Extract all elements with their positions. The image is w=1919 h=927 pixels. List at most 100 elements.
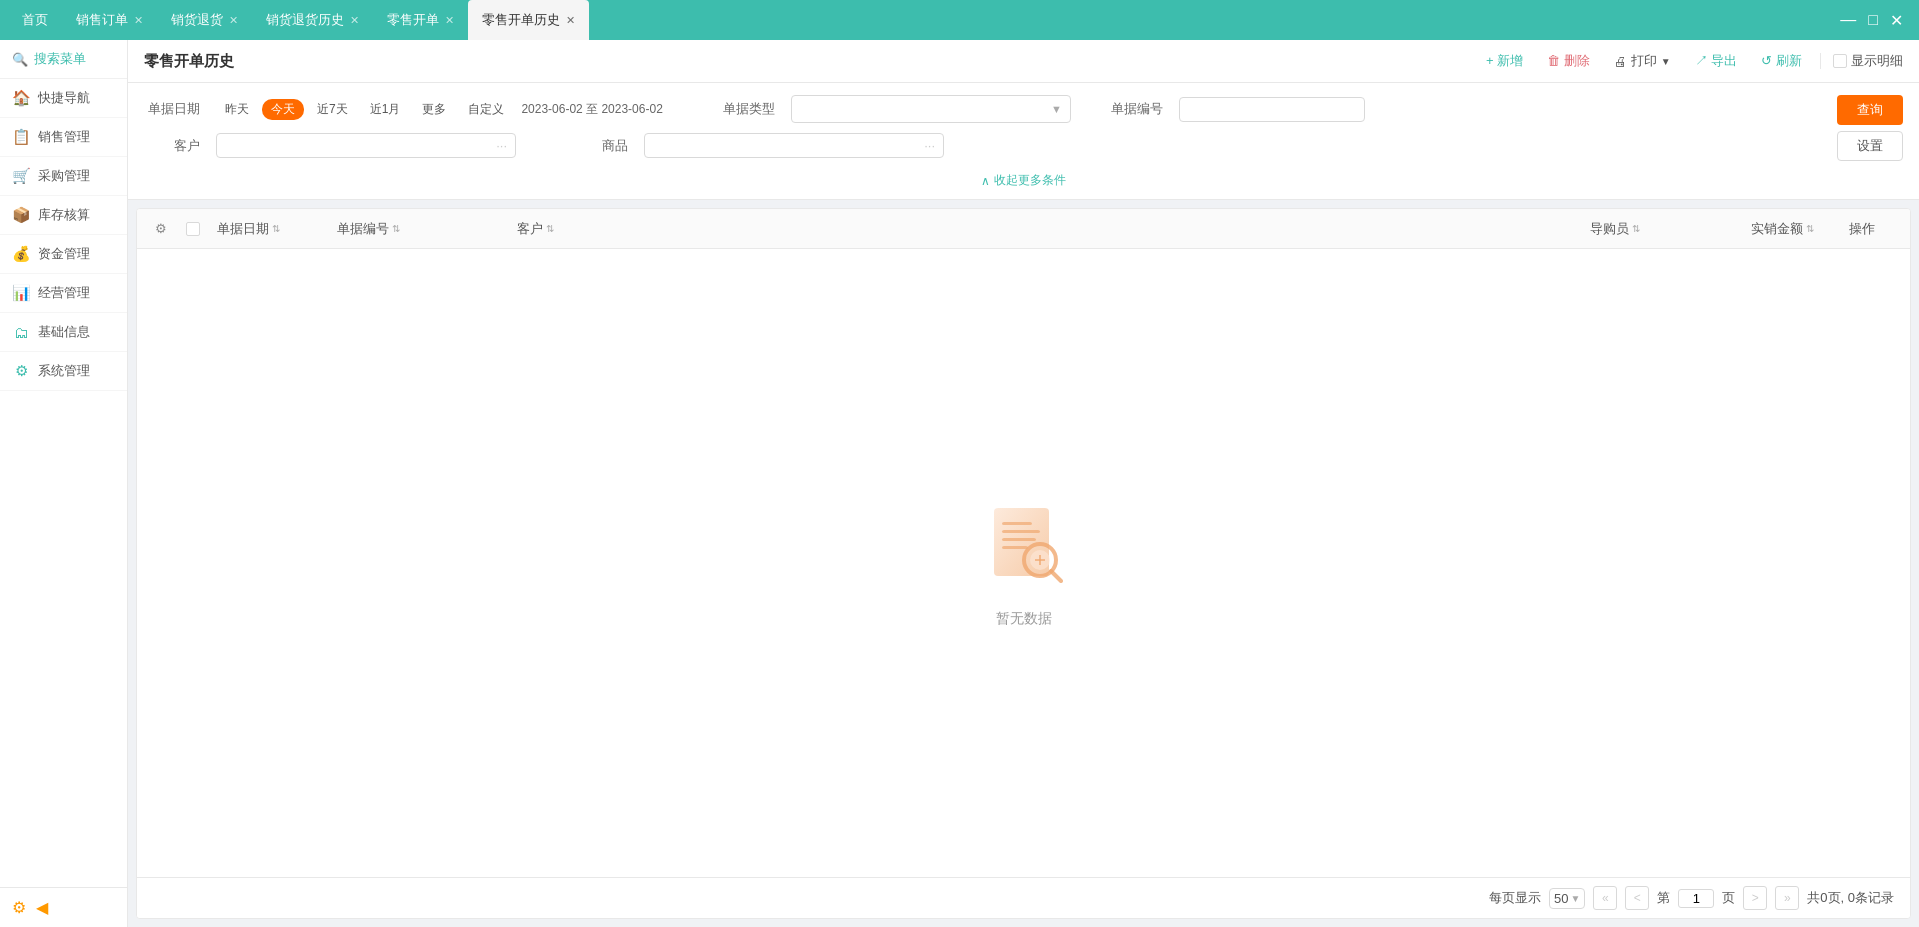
- table-area: ⚙ 单据日期 ⇅ 单据编号 ⇅ 客户 ⇅ 导购员 ⇅: [136, 208, 1911, 919]
- close-tab-sales-return[interactable]: ✕: [229, 14, 238, 27]
- customer-sort-icon: ⇅: [546, 223, 554, 234]
- date-label: 单据日期: [144, 100, 200, 118]
- sidebar-item-purchase-mgmt[interactable]: 🛒 采购管理: [0, 157, 127, 196]
- inventory-icon: 📦: [12, 206, 30, 224]
- add-button[interactable]: + 新增: [1480, 48, 1529, 74]
- customer-input[interactable]: ···: [216, 133, 516, 158]
- export-button[interactable]: ↗ 导出: [1689, 48, 1744, 74]
- page-label: 页: [1722, 889, 1735, 907]
- svg-rect-2: [1002, 530, 1040, 533]
- date-btn-1month[interactable]: 近1月: [361, 98, 410, 121]
- tab-sales-order[interactable]: 销售订单 ✕: [62, 0, 157, 40]
- sidebar-item-sales-mgmt[interactable]: 📋 销售管理: [0, 118, 127, 157]
- svg-rect-4: [1002, 546, 1028, 549]
- date-range: 2023-06-02 至 2023-06-02: [521, 101, 662, 118]
- page-title: 零售开单历史: [144, 52, 234, 71]
- th-amount[interactable]: 实销金额 ⇅: [1702, 220, 1822, 238]
- page-size-label: 每页显示: [1489, 889, 1541, 907]
- sidebar: 🔍 搜索菜单 🏠 快捷导航 📋 销售管理 🛒 采购管理 📦 库存核算 💰 资金管…: [0, 40, 128, 927]
- filter-row-1: 单据日期 昨天 今天 近7天 近1月 更多 自定义 2023-06-02 至 2…: [144, 95, 1817, 123]
- close-tab-sales-order[interactable]: ✕: [134, 14, 143, 27]
- filter-date-btns: 昨天 今天 近7天 近1月 更多 自定义 2023-06-02 至 2023-0…: [216, 98, 663, 121]
- amount-sort-icon: ⇅: [1806, 223, 1814, 234]
- maximize-btn[interactable]: □: [1868, 11, 1878, 30]
- close-tab-sales-return-history[interactable]: ✕: [350, 14, 359, 27]
- close-tab-retail-open-history[interactable]: ✕: [566, 14, 575, 27]
- print-button[interactable]: 🖨 打印 ▼: [1608, 48, 1677, 74]
- svg-rect-1: [1002, 522, 1032, 525]
- page-size-select[interactable]: 50 ▼: [1549, 888, 1585, 909]
- first-page-btn[interactable]: «: [1593, 886, 1617, 910]
- svg-rect-3: [1002, 538, 1036, 541]
- sidebar-item-basic-info[interactable]: 🗂 基础信息: [0, 313, 127, 352]
- goods-label: 商品: [572, 137, 628, 155]
- page-size-dropdown-icon: ▼: [1570, 893, 1580, 904]
- th-settings[interactable]: ⚙: [145, 221, 177, 236]
- th-customer[interactable]: 客户 ⇅: [509, 220, 1582, 238]
- top-nav: 首页 销售订单 ✕ 销货退货 ✕ 销货退货历史 ✕ 零售开单 ✕ 零售开单历史 …: [0, 0, 1919, 40]
- goods-dots-icon: ···: [924, 138, 935, 153]
- sidebar-item-inventory[interactable]: 📦 库存核算: [0, 196, 127, 235]
- th-guide[interactable]: 导购员 ⇅: [1582, 220, 1702, 238]
- checkbox-icon: [1833, 54, 1847, 68]
- doc-type-label: 单据类型: [719, 100, 775, 118]
- refresh-button[interactable]: ↺ 刷新: [1755, 48, 1808, 74]
- tab-sales-return-history[interactable]: 销货退货历史 ✕: [252, 0, 373, 40]
- collapse-row[interactable]: ∧ 收起更多条件: [144, 168, 1903, 191]
- sales-icon: 📋: [12, 128, 30, 146]
- th-date[interactable]: 单据日期 ⇅: [209, 220, 329, 238]
- date-btn-more[interactable]: 更多: [413, 98, 455, 121]
- th-action: 操作: [1822, 220, 1902, 238]
- empty-state: 暂无数据: [137, 249, 1910, 877]
- sidebar-item-system-mgmt[interactable]: ⚙ 系统管理: [0, 352, 127, 391]
- goods-input[interactable]: ···: [644, 133, 944, 158]
- print-icon: 🖨: [1614, 54, 1627, 69]
- total-info: 共0页, 0条记录: [1807, 889, 1894, 907]
- tab-sales-return[interactable]: 销货退货 ✕: [157, 0, 252, 40]
- filter-area: 单据日期 昨天 今天 近7天 近1月 更多 自定义 2023-06-02 至 2…: [128, 83, 1919, 200]
- tab-retail-open-history[interactable]: 零售开单历史 ✕: [468, 0, 589, 40]
- empty-text: 暂无数据: [996, 610, 1052, 628]
- date-btn-today[interactable]: 今天: [262, 99, 304, 120]
- operation-icon: 📊: [12, 284, 30, 302]
- doc-type-select[interactable]: ▼: [791, 95, 1071, 123]
- th-checkbox[interactable]: [177, 222, 209, 236]
- toolbar: 零售开单历史 + 新增 🗑 删除 🖨 打印 ▼ ↗ 导出 ↺ 刷新 显示明细: [128, 40, 1919, 83]
- sidebar-item-operation-mgmt[interactable]: 📊 经营管理: [0, 274, 127, 313]
- date-btn-yesterday[interactable]: 昨天: [216, 98, 258, 121]
- page-word: 第: [1657, 889, 1670, 907]
- pagination: 每页显示 50 ▼ « < 第 页 > » 共0页, 0条记录: [137, 877, 1910, 918]
- svg-line-7: [1051, 571, 1061, 581]
- close-btn[interactable]: ✕: [1890, 11, 1903, 30]
- collapse-btn[interactable]: ◀: [36, 898, 48, 917]
- date-btn-7days[interactable]: 近7天: [308, 98, 357, 121]
- chevron-down-icon: ▼: [1051, 103, 1062, 115]
- doc-no-input[interactable]: [1179, 97, 1365, 122]
- content-area: 零售开单历史 + 新增 🗑 删除 🖨 打印 ▼ ↗ 导出 ↺ 刷新 显示明细: [128, 40, 1919, 927]
- tab-retail-open[interactable]: 零售开单 ✕: [373, 0, 468, 40]
- sidebar-item-finance-mgmt[interactable]: 💰 资金管理: [0, 235, 127, 274]
- last-page-btn[interactable]: »: [1775, 886, 1799, 910]
- empty-illustration: [974, 498, 1074, 598]
- query-button[interactable]: 查询: [1837, 95, 1903, 125]
- customer-dots-icon: ···: [496, 138, 507, 153]
- table-header: ⚙ 单据日期 ⇅ 单据编号 ⇅ 客户 ⇅ 导购员 ⇅: [137, 209, 1910, 249]
- system-icon: ⚙: [12, 362, 30, 380]
- delete-button[interactable]: 🗑 删除: [1541, 48, 1596, 74]
- close-tab-retail-open[interactable]: ✕: [445, 14, 454, 27]
- show-detail-checkbox[interactable]: 显示明细: [1833, 52, 1903, 70]
- current-page-input[interactable]: [1678, 889, 1714, 908]
- date-btn-custom[interactable]: 自定义: [459, 98, 513, 121]
- settings-btn[interactable]: ⚙: [12, 898, 26, 917]
- th-no[interactable]: 单据编号 ⇅: [329, 220, 509, 238]
- finance-icon: 💰: [12, 245, 30, 263]
- setting-button[interactable]: 设置: [1837, 131, 1903, 161]
- next-page-btn[interactable]: >: [1743, 886, 1767, 910]
- tab-home[interactable]: 首页: [8, 0, 62, 40]
- purchase-icon: 🛒: [12, 167, 30, 185]
- minimize-btn[interactable]: —: [1840, 11, 1856, 30]
- sidebar-item-quick-nav[interactable]: 🏠 快捷导航: [0, 79, 127, 118]
- sidebar-search[interactable]: 🔍 搜索菜单: [0, 40, 127, 79]
- prev-page-btn[interactable]: <: [1625, 886, 1649, 910]
- header-checkbox: [186, 222, 200, 236]
